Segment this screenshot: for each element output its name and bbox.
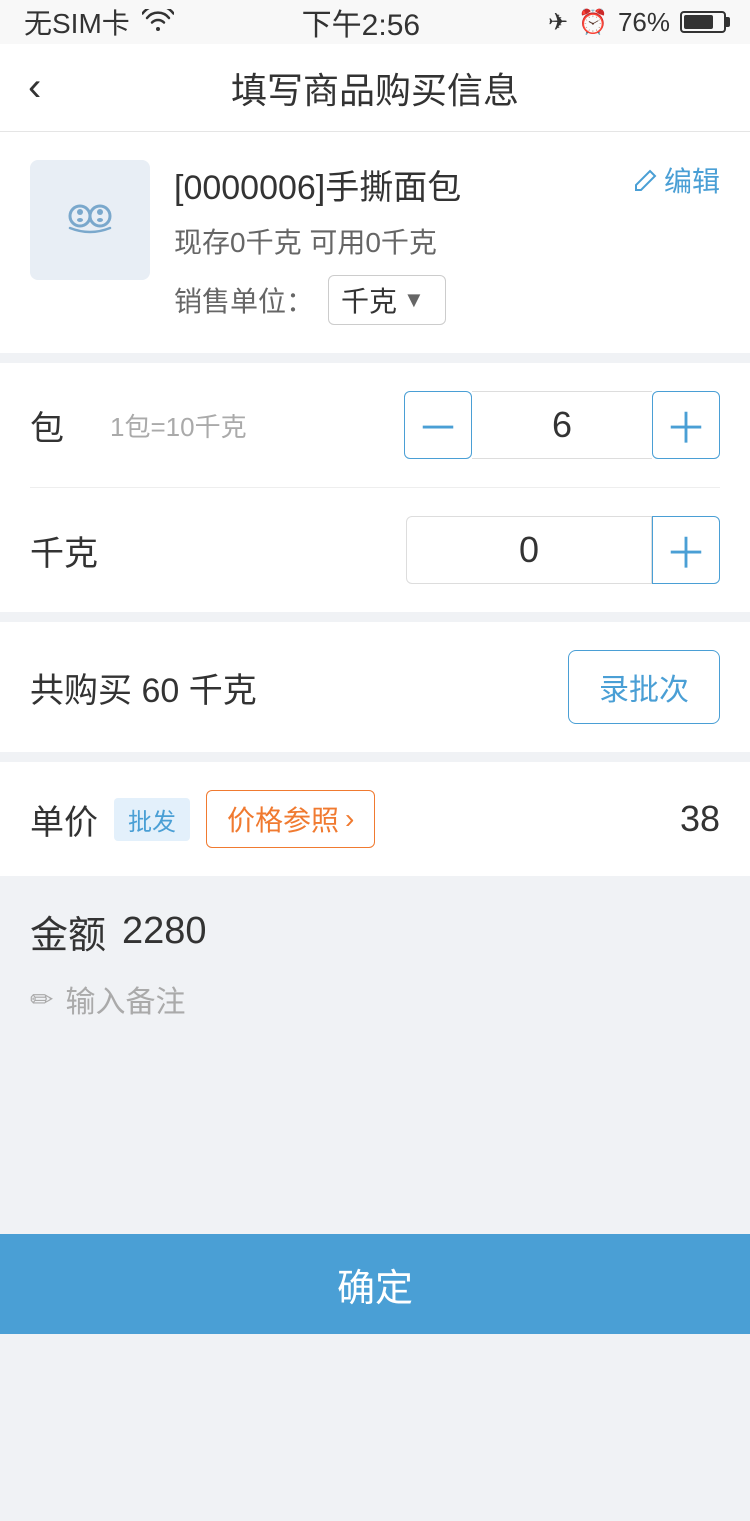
- battery-percent: 76%: [618, 7, 670, 38]
- bao-label: 包: [30, 401, 110, 450]
- product-thumbnail: [30, 160, 150, 280]
- price-label: 单价: [30, 795, 98, 844]
- product-card: [0000006]手撕面包 编辑 现存0千克 可用0千克 销售单位： 千克 ▼: [0, 132, 750, 363]
- chevron-down-icon: ▼: [403, 287, 425, 313]
- page-title: 填写商品购买信息: [231, 62, 519, 114]
- total-text: 共购买 60 千克: [30, 663, 257, 712]
- note-row[interactable]: ✏ 输入备注: [30, 977, 720, 1021]
- status-left: 无SIM卡: [24, 2, 174, 42]
- bao-input[interactable]: [472, 391, 652, 459]
- confirm-label: 确定: [337, 1257, 413, 1312]
- record-batch-button[interactable]: 录批次: [568, 650, 720, 724]
- confirm-button[interactable]: 确定: [0, 1234, 750, 1334]
- carrier-text: 无SIM卡: [24, 2, 130, 42]
- alarm-icon: ⏰: [578, 8, 608, 37]
- batch-tag: 批发: [114, 798, 190, 841]
- kg-input[interactable]: [406, 516, 652, 584]
- location-icon: ✈: [548, 8, 568, 37]
- status-bar: 无SIM卡 下午2:56 ✈ ⏰ 76%: [0, 0, 750, 44]
- amount-row: 金额 2280: [30, 904, 720, 959]
- note-placeholder: 输入备注: [65, 977, 185, 1021]
- pencil-icon: ✏: [30, 983, 53, 1016]
- back-button[interactable]: ‹: [28, 65, 41, 110]
- bao-minus-button[interactable]: －: [404, 391, 472, 459]
- battery-icon: [680, 11, 726, 33]
- bao-quantity-row: 包 1包=10千克 － ＋: [30, 363, 720, 488]
- product-info: [0000006]手撕面包 编辑 现存0千克 可用0千克 销售单位： 千克 ▼: [174, 160, 720, 325]
- product-name: [0000006]手撕面包: [174, 160, 634, 209]
- edit-label: 编辑: [664, 160, 720, 200]
- edit-button[interactable]: 编辑: [634, 160, 720, 200]
- status-right: ✈ ⏰ 76%: [548, 7, 726, 38]
- price-value: 38: [680, 798, 720, 840]
- unit-value: 千克: [341, 280, 397, 320]
- unit-select[interactable]: 千克 ▼: [328, 275, 446, 325]
- time-text: 下午2:56: [302, 0, 420, 44]
- nav-bar: ‹ 填写商品购买信息: [0, 44, 750, 132]
- kg-label: 千克: [30, 526, 406, 575]
- amount-label: 金额: [30, 904, 106, 959]
- price-ref-label: 价格参照: [227, 799, 339, 839]
- spacer: [0, 1041, 750, 1421]
- chevron-right-icon: ›: [345, 803, 354, 835]
- product-name-row: [0000006]手撕面包 编辑: [174, 160, 720, 209]
- kg-controls: ＋: [406, 516, 720, 584]
- quantity-section: 包 1包=10千克 － ＋ 千克 ＋: [0, 363, 750, 612]
- wifi-icon: [142, 7, 174, 38]
- amount-value: 2280: [122, 910, 207, 953]
- kg-quantity-row: 千克 ＋: [30, 488, 720, 612]
- price-section: 单价 批发 价格参照 › 38: [0, 752, 750, 876]
- bao-controls: － ＋: [404, 391, 720, 459]
- unit-label: 销售单位：: [174, 280, 314, 320]
- total-section: 共购买 60 千克 录批次: [0, 612, 750, 752]
- kg-plus-button[interactable]: ＋: [652, 516, 720, 584]
- product-unit-row: 销售单位： 千克 ▼: [174, 275, 720, 325]
- product-stock: 现存0千克 可用0千克: [174, 221, 720, 261]
- bao-plus-button[interactable]: ＋: [652, 391, 720, 459]
- amount-section: 金额 2280 ✏ 输入备注: [0, 876, 750, 1041]
- price-ref-button[interactable]: 价格参照 ›: [206, 790, 375, 848]
- bao-hint: 1包=10千克: [110, 407, 404, 444]
- price-left: 单价 批发 价格参照 ›: [30, 790, 375, 848]
